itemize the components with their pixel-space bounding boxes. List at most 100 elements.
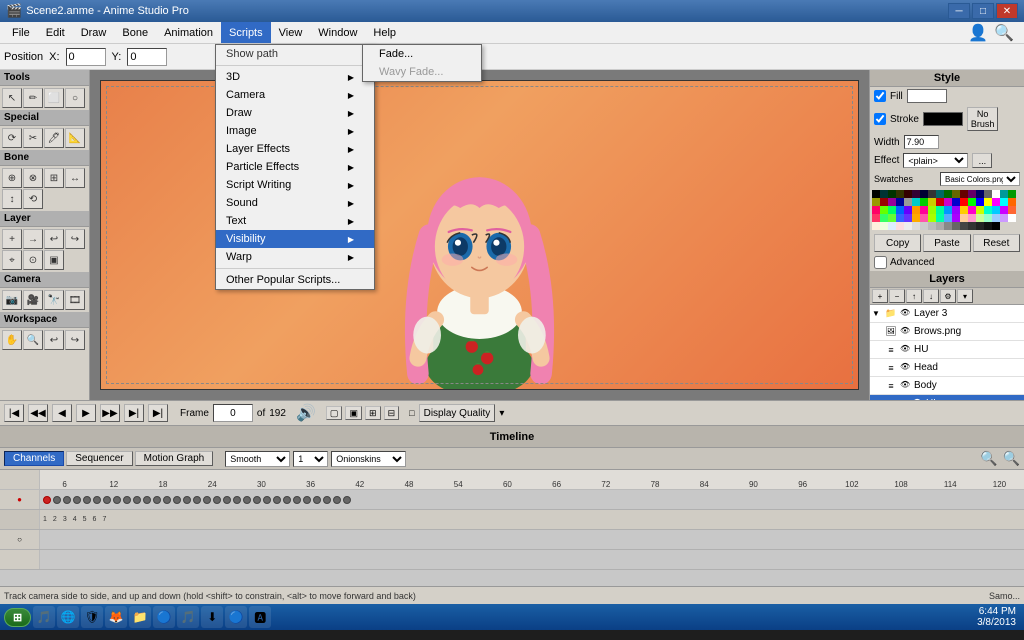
no-brush-button[interactable]: NoBrush — [967, 107, 999, 131]
workspace-btn[interactable]: ↩ — [44, 330, 64, 350]
color-swatch-cell[interactable] — [960, 198, 968, 206]
color-swatch-cell[interactable] — [1000, 190, 1008, 198]
color-swatch-cell[interactable] — [872, 198, 880, 206]
layer-tool-btn[interactable]: ⌖ — [2, 250, 22, 270]
color-swatch-cell[interactable] — [960, 222, 968, 230]
color-swatch-cell[interactable] — [984, 222, 992, 230]
layer-tool-btn[interactable]: ↩ — [44, 229, 64, 249]
swatches-file-select[interactable]: Basic Colors.png — [940, 172, 1020, 186]
color-swatch-cell[interactable] — [952, 206, 960, 214]
color-swatch-cell[interactable] — [968, 198, 976, 206]
copy-button[interactable]: Copy — [874, 234, 921, 252]
rewind-button[interactable]: ◀ — [52, 404, 72, 422]
special-btn[interactable]: ⟳ — [2, 128, 22, 148]
color-swatch-cell[interactable] — [904, 214, 912, 222]
stroke-color-swatch[interactable] — [923, 112, 963, 126]
prev-frame-button[interactable]: |◀ — [4, 404, 24, 422]
taskbar-icon-7[interactable]: 🎵 — [177, 606, 199, 628]
color-swatch-cell[interactable] — [968, 214, 976, 222]
layer-tool-btn[interactable]: + — [2, 229, 22, 249]
color-swatch-cell[interactable] — [992, 222, 1000, 230]
color-swatch-cell[interactable] — [912, 222, 920, 230]
layer-row-body[interactable]: ≡ 👁 Body — [870, 377, 1024, 395]
width-input[interactable] — [904, 135, 939, 149]
camera-btn[interactable]: 🔭 — [44, 290, 64, 310]
tool-btn[interactable]: ○ — [65, 88, 85, 108]
taskbar-icon-8[interactable]: ⬇ — [201, 606, 223, 628]
menu-bone[interactable]: Bone — [114, 22, 156, 43]
stroke-checkbox[interactable] — [874, 113, 886, 125]
color-swatch-cell[interactable] — [928, 190, 936, 198]
color-swatch-cell[interactable] — [936, 198, 944, 206]
prev-key-button[interactable]: ◀◀ — [28, 404, 48, 422]
color-swatch-cell[interactable] — [944, 214, 952, 222]
menu-item-text[interactable]: Text — [216, 212, 374, 230]
color-swatch-cell[interactable] — [992, 198, 1000, 206]
taskbar-icon-6[interactable]: 🔵 — [153, 606, 175, 628]
camera-btn[interactable]: 📷 — [2, 290, 22, 310]
color-swatch-cell[interactable] — [896, 190, 904, 198]
color-swatch-cell[interactable] — [984, 190, 992, 198]
color-swatch-cell[interactable] — [968, 206, 976, 214]
color-swatch-cell[interactable] — [872, 214, 880, 222]
camera-btn[interactable]: 🎥 — [23, 290, 43, 310]
color-swatch-cell[interactable] — [1008, 198, 1016, 206]
color-swatch-cell[interactable] — [912, 198, 920, 206]
camera-btn[interactable]: 🎞 — [65, 290, 85, 310]
bone-btn[interactable]: ⊕ — [2, 168, 22, 188]
color-swatch-cell[interactable] — [912, 190, 920, 198]
fast-forward-button[interactable]: ▶▶ — [100, 404, 120, 422]
color-swatch-cell[interactable] — [952, 198, 960, 206]
color-swatch-cell[interactable] — [1000, 198, 1008, 206]
layer-del-btn[interactable]: − — [889, 289, 905, 303]
color-swatch-cell[interactable] — [936, 214, 944, 222]
quality-dropdown[interactable]: ▾ — [499, 408, 504, 419]
color-swatch-cell[interactable] — [888, 214, 896, 222]
menu-draw[interactable]: Draw — [73, 22, 115, 43]
menu-item-script-writing[interactable]: Script Writing — [216, 176, 374, 194]
color-swatch-cell[interactable] — [920, 198, 928, 206]
workspace-btn[interactable]: ↪ — [65, 330, 85, 350]
fill-color-swatch[interactable] — [907, 89, 947, 103]
special-btn[interactable]: ✂ — [23, 128, 43, 148]
color-swatch-cell[interactable] — [976, 190, 984, 198]
tab-motion-graph[interactable]: Motion Graph — [135, 451, 214, 466]
bone-btn[interactable]: ⊞ — [44, 168, 64, 188]
color-swatch-cell[interactable] — [912, 214, 920, 222]
layer-tool-btn[interactable]: ⊙ — [23, 250, 43, 270]
color-swatch-cell[interactable] — [976, 222, 984, 230]
advanced-checkbox[interactable] — [874, 256, 887, 269]
color-swatch-cell[interactable] — [984, 206, 992, 214]
workspace-btn[interactable]: 🔍 — [23, 330, 43, 350]
menu-item-draw[interactable]: Draw — [216, 104, 374, 122]
color-swatch-cell[interactable] — [1000, 206, 1008, 214]
next-key-button[interactable]: ▶| — [124, 404, 144, 422]
menu-item-layer-effects[interactable]: Layer Effects — [216, 140, 374, 158]
color-swatch-cell[interactable] — [896, 206, 904, 214]
color-swatch-cell[interactable] — [976, 198, 984, 206]
color-swatch-cell[interactable] — [920, 206, 928, 214]
layer-tool-btn[interactable]: ↪ — [65, 229, 85, 249]
color-swatch-cell[interactable] — [888, 190, 896, 198]
submenu-item-wavy-fade[interactable]: Wavy Fade... — [363, 63, 481, 81]
show-path-item[interactable]: Show path — [216, 45, 374, 63]
color-swatch-cell[interactable] — [872, 190, 880, 198]
y-input[interactable] — [127, 48, 167, 66]
menu-item-camera[interactable]: Camera — [216, 86, 374, 104]
color-swatch-cell[interactable] — [984, 214, 992, 222]
color-swatch-cell[interactable] — [952, 214, 960, 222]
color-swatch-cell[interactable] — [952, 222, 960, 230]
menu-item-sound[interactable]: Sound — [216, 194, 374, 212]
color-swatch-cell[interactable] — [944, 206, 952, 214]
smooth-select[interactable]: Smooth — [225, 451, 290, 467]
start-button[interactable]: ⊞ — [4, 608, 31, 627]
close-button[interactable]: ✕ — [996, 3, 1018, 19]
layer-up-btn[interactable]: ↑ — [906, 289, 922, 303]
layer-settings-btn[interactable]: ⚙ — [940, 289, 956, 303]
menu-animation[interactable]: Animation — [156, 22, 221, 43]
color-swatch-cell[interactable] — [992, 190, 1000, 198]
menu-edit[interactable]: Edit — [38, 22, 73, 43]
color-swatch-cell[interactable] — [960, 190, 968, 198]
tab-sequencer[interactable]: Sequencer — [66, 451, 132, 466]
color-swatch-cell[interactable] — [896, 214, 904, 222]
